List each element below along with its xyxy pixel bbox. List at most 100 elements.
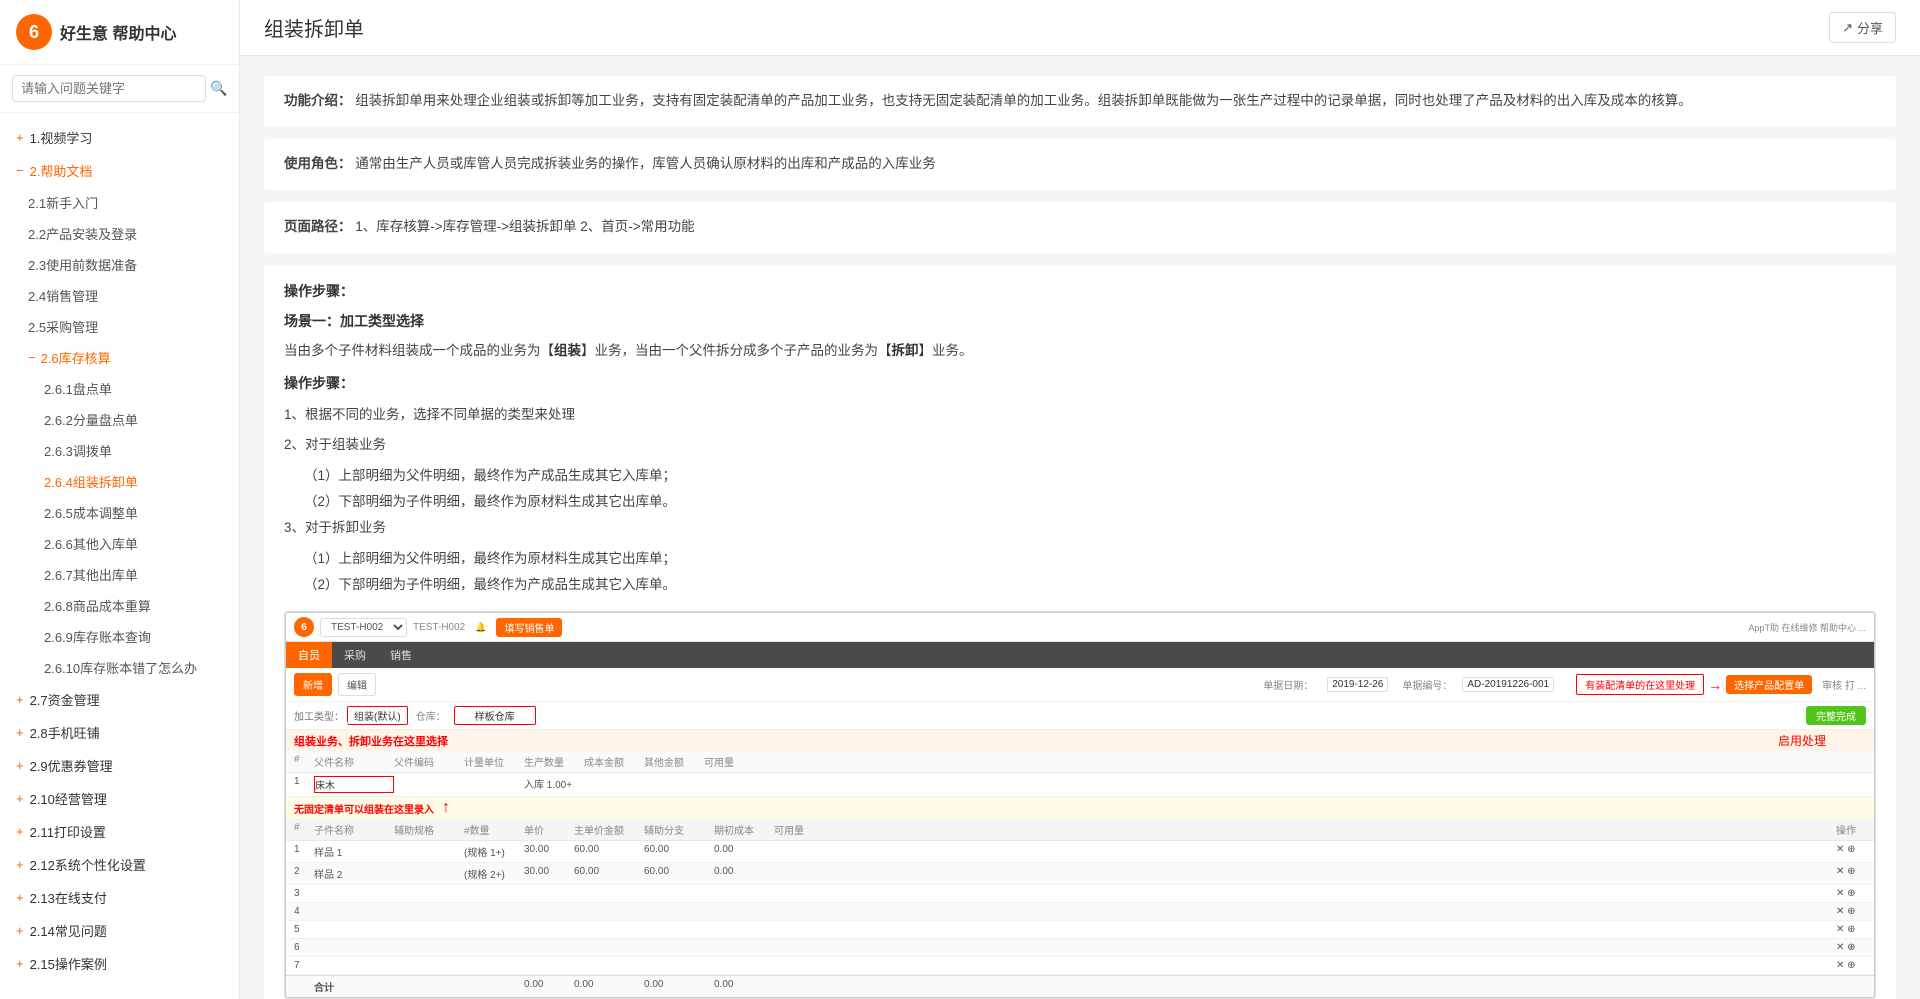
hint4-row: 无固定清单可以组装在这里录入 ↑	[286, 797, 1874, 819]
path-label: 页面路径：	[284, 219, 352, 234]
app-new-document-btn[interactable]: 填写销售单	[496, 618, 562, 637]
step3-subs: （1）上部明细为父件明细，最终作为原材料生成其它出库单； （2）下部明细为子件明…	[284, 547, 1876, 598]
nav-group-214[interactable]: + 2.14常见问题	[0, 914, 239, 947]
hint3-label: 启用处理	[1778, 732, 1826, 749]
main-area: 组装拆卸单 ↗ 分享 功能介绍： 组装拆卸单用来处理企业组装或拆卸等加工业务，支…	[240, 0, 1920, 999]
sidebar-item-263[interactable]: 2.6.3调拨单	[16, 435, 239, 466]
path-text: 1、库存核算->库存管理->组装拆卸单 2、首页->常用功能	[355, 219, 694, 234]
step2: 2、对于组装业务	[284, 433, 1876, 457]
role-block: 使用角色： 通常由生产人员或库管人员完成拆装业务的操作，库管人员确认原材料的出库…	[264, 139, 1896, 190]
hint2-row: 组装业务、拆卸业务在这里选择 启用处理	[286, 730, 1874, 751]
app-store-select[interactable]: TEST-H002	[320, 618, 407, 637]
step3-sub1: （1）上部明细为父件明细，最终作为原材料生成其它出库单；	[304, 547, 1876, 571]
nav-group-213[interactable]: + 2.13在线支付	[0, 881, 239, 914]
form-orderno-label: 单据编号：	[1402, 677, 1452, 692]
sidebar-item-269[interactable]: 2.6.9库存账本查询	[16, 621, 239, 652]
nav-group-213-label: 2.13在线支付	[30, 888, 107, 907]
function-intro-text: 组装拆卸单用来处理企业组装或拆卸等加工业务，支持有固定装配清单的产品加工业务，也…	[355, 93, 1692, 108]
select-template-btn[interactable]: 选择产品配置单	[1726, 675, 1812, 694]
steps-label: 操作步骤：	[284, 281, 1876, 301]
nav-group-2[interactable]: − 2.帮助文档	[0, 154, 239, 187]
collapse-icon-2: −	[16, 163, 24, 178]
nav-list: + 1.视频学习 − 2.帮助文档 2.1新手入门 2.2产品安装及登录 2.3…	[0, 113, 239, 999]
search-box: 🔍	[0, 65, 239, 113]
toolbar-new-btn[interactable]: 新增	[294, 673, 332, 696]
content-area: 功能介绍： 组装拆卸单用来处理企业组装或拆卸等加工业务，支持有固定装配清单的产品…	[240, 56, 1920, 999]
nav-group-29[interactable]: + 2.9优惠券管理	[0, 749, 239, 782]
step1: 1、根据不同的业务，选择不同单据的类型来处理	[284, 403, 1876, 427]
share-button[interactable]: ↗ 分享	[1829, 12, 1896, 43]
nav-group-1[interactable]: + 1.视频学习	[0, 121, 239, 154]
search-input[interactable]	[12, 75, 206, 102]
sidebar-item-22[interactable]: 2.2产品安装及登录	[0, 218, 239, 249]
path-block: 页面路径： 1、库存核算->库存管理->组装拆卸单 2、首页->常用功能	[264, 202, 1896, 253]
scenario1-title: 场景一：加工类型选择	[284, 311, 1876, 331]
app-screenshot-logo: 6	[294, 617, 314, 637]
warehouse-select[interactable]: 样板仓库	[454, 706, 536, 725]
steps-title2: 操作步骤：	[284, 373, 1876, 393]
table-row-3: 3 ✕ ⊕	[286, 885, 1874, 903]
form-date-value: 2019-12-26	[1327, 677, 1388, 692]
type-select[interactable]: 组装(默认)	[347, 706, 408, 725]
toolbar-edit-btn[interactable]: 编辑	[338, 673, 376, 696]
nav-group-212-label: 2.12系统个性化设置	[30, 855, 146, 874]
nav-group-210[interactable]: + 2.10经营管理	[0, 782, 239, 815]
sidebar-item-265[interactable]: 2.6.5成本调整单	[16, 497, 239, 528]
sidebar-header: 6 好生意 帮助中心	[0, 0, 239, 65]
sidebar-item-2610[interactable]: 2.6.10库存账本错了怎么办	[16, 652, 239, 683]
sidebar-item-267[interactable]: 2.6.7其他出库单	[16, 559, 239, 590]
function-intro-block: 功能介绍： 组装拆卸单用来处理企业组装或拆卸等加工业务，支持有固定装配清单的产品…	[264, 76, 1896, 127]
hint1-area: 有装配清单的在这里处理 → 选择产品配置单	[1576, 674, 1812, 695]
sidebar-item-21[interactable]: 2.1新手入门	[0, 187, 239, 218]
nav-group-28[interactable]: + 2.8手机旺铺	[0, 716, 239, 749]
notification-icon: 🔔	[475, 622, 486, 633]
nav-group-27-label: 2.7资金管理	[30, 690, 100, 709]
page-title: 组装拆卸单	[264, 13, 364, 42]
app-form-fields: 加工类型： 组装(默认) 仓库： 样板仓库 完整完成	[286, 702, 1874, 730]
complete-btn[interactable]: 完整完成	[1806, 706, 1866, 725]
nav-group-214-label: 2.14常见问题	[30, 921, 107, 940]
logo-icon: 6	[16, 14, 52, 50]
app-nav-sales[interactable]: 销售	[378, 642, 424, 668]
table2-header: # 子件名称 辅助规格 #数量 单价 主单价金额 辅助分支 期初成本 可用量 操…	[286, 819, 1874, 841]
expand-icon-215: +	[16, 956, 24, 971]
nav-group-27[interactable]: + 2.7资金管理	[0, 683, 239, 716]
nav-group-1-label: 1.视频学习	[30, 128, 93, 147]
sidebar-item-23[interactable]: 2.3使用前数据准备	[0, 249, 239, 280]
table-row-7: 7 ✕ ⊕	[286, 957, 1874, 975]
expand-icon-213: +	[16, 890, 24, 905]
hint4-label: 无固定清单可以组装在这里录入	[294, 801, 434, 816]
nav-group-28-label: 2.8手机旺铺	[30, 723, 100, 742]
table-row: 1 床木 入库 1.00+	[286, 773, 1874, 797]
role-text: 通常由生产人员或库管人员完成拆装业务的操作，库管人员确认原材料的出库和产成品的入…	[355, 156, 936, 171]
function-intro-label: 功能介绍：	[284, 93, 352, 108]
sidebar-item-24[interactable]: 2.4销售管理	[0, 280, 239, 311]
app-nav-home[interactable]: 自员	[286, 642, 332, 668]
app-screenshot: 6 TEST-H002 TEST-H002 🔔 填写销售单 AppT助 在线维修…	[285, 612, 1875, 998]
steps-block: 操作步骤： 场景一：加工类型选择 当由多个子件材料组装成一个成品的业务为【组装】…	[264, 265, 1896, 999]
table-row-6: 6 ✕ ⊕	[286, 939, 1874, 957]
nav-group-211[interactable]: + 2.11打印设置	[0, 815, 239, 848]
form-orderno-value: AD-20191226-001	[1462, 677, 1554, 692]
sidebar-item-264[interactable]: 2.6.4组装拆卸单	[16, 466, 239, 497]
nav-group-212[interactable]: + 2.12系统个性化设置	[0, 848, 239, 881]
step2-subs: （1）上部明细为父件明细，最终作为产成品生成其它入库单； （2）下部明细为子件明…	[284, 464, 1876, 515]
top-bar: 组装拆卸单 ↗ 分享	[240, 0, 1920, 56]
sidebar-item-26[interactable]: − 2.6库存核算	[0, 342, 239, 373]
hint1-label: 有装配清单的在这里处理	[1576, 674, 1704, 695]
nav-group-215[interactable]: + 2.15操作案例	[0, 947, 239, 980]
expand-icon-28: +	[16, 725, 24, 740]
form-field-type: 加工类型： 组装(默认)	[294, 706, 408, 725]
nav-group-210-label: 2.10经营管理	[30, 789, 107, 808]
sidebar-item-268[interactable]: 2.6.8商品成本重算	[16, 590, 239, 621]
sidebar-item-266[interactable]: 2.6.6其他入库单	[16, 528, 239, 559]
sidebar-item-262[interactable]: 2.6.2分量盘点单	[16, 404, 239, 435]
type-dropdown	[347, 722, 349, 724]
step2-sub1: （1）上部明细为父件明细，最终作为产成品生成其它入库单；	[304, 464, 1876, 488]
app-nav-purchase[interactable]: 采购	[332, 642, 378, 668]
minus-26: −	[28, 350, 36, 365]
sidebar-item-25[interactable]: 2.5采购管理	[0, 311, 239, 342]
step2-sub2: （2）下部明细为子件明细，最终作为原材料生成其它出库单。	[304, 490, 1876, 514]
search-button[interactable]: 🔍	[210, 80, 227, 97]
sidebar-item-261[interactable]: 2.6.1盘点单	[16, 373, 239, 404]
